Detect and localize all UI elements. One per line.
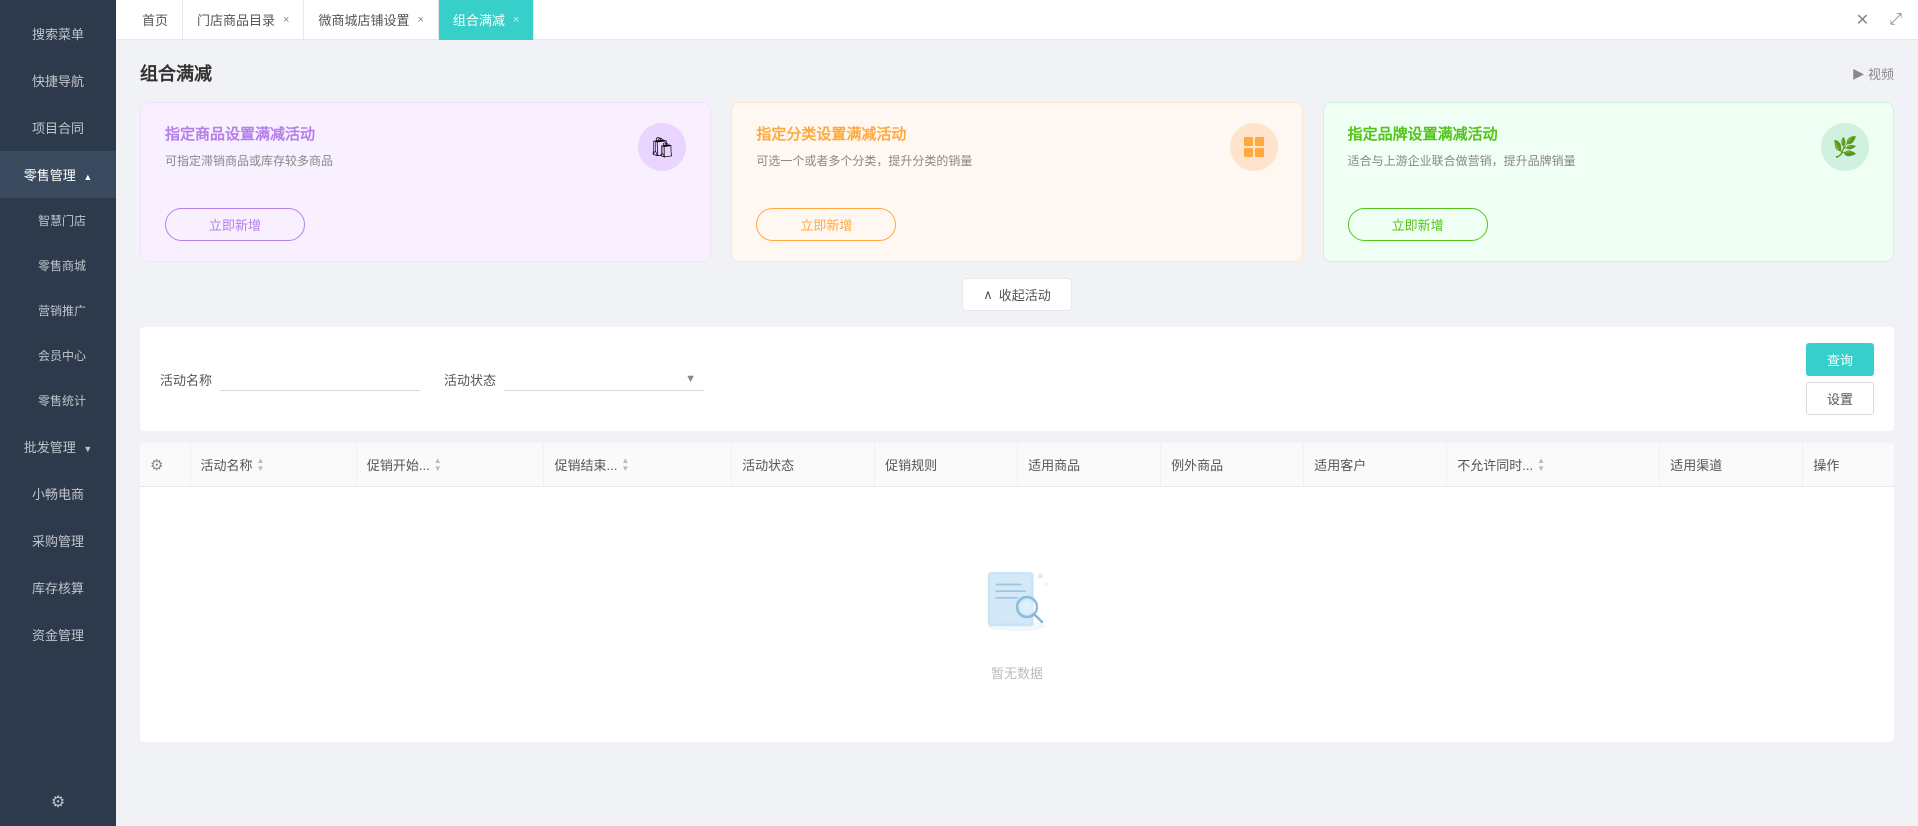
col-operation: 操作 (1803, 443, 1894, 487)
sidebar-item-purchase-manage[interactable]: 采购管理 (0, 517, 116, 564)
tab-home[interactable]: 首页 (128, 0, 183, 40)
col-promo-rule: 促销规则 (875, 443, 1018, 487)
activity-card-category: 指定分类设置满减活动 可选一个或者多个分类，提升分类的销量 立即新增 (731, 102, 1302, 262)
tab-store-catalog[interactable]: 门店商品目录 × (183, 0, 304, 40)
grid-icon (1242, 135, 1266, 159)
collapse-bar: ∧ 收起活动 (140, 278, 1894, 311)
sort-icon: ▲▼ (621, 457, 629, 473)
col-not-allow-concurrent[interactable]: 不允许同时... ▲▼ (1447, 443, 1660, 487)
sidebar-item-fund-manage[interactable]: 资金管理 (0, 611, 116, 658)
col-activity-name[interactable]: 活动名称 ▲▼ (190, 443, 356, 487)
activity-card-product-icon: 🛍 (638, 123, 686, 171)
empty-state: 暂无数据 (140, 487, 1894, 742)
activity-status-label: 活动状态 (444, 370, 496, 389)
col-applicable-customer: 适用客户 (1304, 443, 1447, 487)
video-link[interactable]: ▶ 视频 (1853, 64, 1894, 83)
activity-card-category-desc: 可选一个或者多个分类，提升分类的销量 (756, 152, 1277, 171)
collapse-arrow-icon: ∧ (983, 287, 993, 303)
sidebar: 搜索菜单 快捷导航 项目合同 零售管理 智慧门店 零售商城 营销推广 会员中心 … (0, 0, 116, 826)
activity-name-input[interactable] (220, 367, 420, 391)
gear-icon: ⚙ (150, 457, 163, 474)
sidebar-item-quick-nav[interactable]: 快捷导航 (0, 57, 116, 104)
table-wrapper: ⚙ 活动名称 ▲▼ 促销开始... ▲▼ (140, 443, 1894, 742)
sidebar-item-smart-store[interactable]: 智慧门店 (0, 198, 116, 243)
sidebar-item-project-contract[interactable]: 项目合同 (0, 104, 116, 151)
tab-bar-actions: ✕ ⤢ (1852, 10, 1906, 30)
col-promo-end[interactable]: 促销结束... ▲▼ (544, 443, 732, 487)
sidebar-item-retail-mall[interactable]: 零售商城 (0, 243, 116, 288)
sidebar-item-wholesale-manage[interactable]: 批发管理 (0, 423, 116, 470)
activity-card-category-icon (1230, 123, 1278, 171)
sort-icon: ▲▼ (434, 457, 442, 473)
tab-close-store-catalog[interactable]: × (283, 14, 289, 26)
sort-icon: ▲▼ (257, 457, 265, 473)
sidebar-item-marketing[interactable]: 营销推广 (0, 288, 116, 333)
search-activity-name-field: 活动名称 (160, 367, 420, 391)
search-bar: 活动名称 活动状态 ▼ 查询 设置 (140, 327, 1894, 431)
activity-name-label: 活动名称 (160, 370, 212, 389)
activity-card-product-desc: 可指定滞销商品或库存较多商品 (165, 152, 686, 171)
col-promo-start[interactable]: 促销开始... ▲▼ (356, 443, 544, 487)
activity-card-brand-icon: 🌿 (1821, 123, 1869, 171)
tab-bar: 首页 门店商品目录 × 微商城店铺设置 × 组合满减 × ✕ ⤢ (116, 0, 1918, 40)
activity-card-brand-btn[interactable]: 立即新增 (1348, 208, 1488, 241)
activity-card-product-btn[interactable]: 立即新增 (165, 208, 305, 241)
search-actions: 查询 设置 (1806, 343, 1874, 415)
sidebar-settings[interactable]: ⚙ (0, 778, 116, 826)
tab-combo-discount[interactable]: 组合满减 × (439, 0, 534, 40)
query-button[interactable]: 查询 (1806, 343, 1874, 376)
window-maximize-btn[interactable]: ⤢ (1885, 11, 1906, 29)
tab-wechat-store-settings[interactable]: 微商城店铺设置 × (304, 0, 438, 40)
activity-card-category-title: 指定分类设置满减活动 (756, 123, 1277, 144)
activity-status-select[interactable] (504, 367, 704, 391)
page-title: 组合满减 (140, 60, 212, 86)
sidebar-item-member-center[interactable]: 会员中心 (0, 333, 116, 378)
activity-card-brand-desc: 适合与上游企业联合做营销，提升品牌销量 (1348, 152, 1869, 171)
bag-icon: 🛍 (650, 135, 675, 160)
tab-close-wechat-store[interactable]: × (417, 14, 423, 26)
leaf-icon: 🌿 (1833, 135, 1858, 160)
search-activity-status-field: 活动状态 ▼ (444, 367, 704, 391)
activity-card-brand-title: 指定品牌设置满减活动 (1348, 123, 1869, 144)
activity-card-category-btn[interactable]: 立即新增 (756, 208, 896, 241)
main-area: 首页 门店商品目录 × 微商城店铺设置 × 组合满减 × ✕ ⤢ 组合满减 ▶ … (116, 0, 1918, 826)
sort-icon: ▲▼ (1537, 457, 1545, 473)
activity-card-product: 指定商品设置满减活动 🛍 可指定滞销商品或库存较多商品 立即新增 (140, 102, 711, 262)
col-exception-goods: 例外商品 (1161, 443, 1304, 487)
sidebar-item-xiaochangec[interactable]: 小畅电商 (0, 470, 116, 517)
sidebar-item-retail-stats[interactable]: 零售统计 (0, 378, 116, 423)
gear-icon: ⚙ (51, 794, 65, 811)
settings-button[interactable]: 设置 (1806, 382, 1874, 415)
empty-state-icon (967, 547, 1067, 647)
sidebar-item-inventory-calc[interactable]: 库存核算 (0, 564, 116, 611)
activity-status-select-wrapper: ▼ (504, 367, 704, 391)
collapse-btn[interactable]: ∧ 收起活动 (962, 278, 1072, 311)
window-close-btn[interactable]: ✕ (1852, 10, 1873, 30)
content-area: 组合满减 ▶ 视频 指定商品设置满减活动 🛍 可指定滞销商品或库存较多商品 立即… (116, 40, 1918, 826)
col-applicable-channel: 适用渠道 (1660, 443, 1803, 487)
tab-close-combo-discount[interactable]: × (513, 14, 519, 26)
col-activity-status: 活动状态 (732, 443, 875, 487)
col-gear[interactable]: ⚙ (140, 443, 190, 487)
sidebar-item-retail-manage[interactable]: 零售管理 (0, 151, 116, 198)
play-icon: ▶ (1853, 65, 1864, 82)
activity-cards: 指定商品设置满减活动 🛍 可指定滞销商品或库存较多商品 立即新增 指定分类设置满… (140, 102, 1894, 262)
sidebar-item-search-menu[interactable]: 搜索菜单 (0, 10, 116, 57)
empty-text: 暂无数据 (991, 663, 1043, 682)
activity-card-product-title: 指定商品设置满减活动 (165, 123, 686, 144)
col-applicable-goods: 适用商品 (1018, 443, 1161, 487)
activity-card-brand: 指定品牌设置满减活动 🌿 适合与上游企业联合做营销，提升品牌销量 立即新增 (1323, 102, 1894, 262)
data-table: ⚙ 活动名称 ▲▼ 促销开始... ▲▼ (140, 443, 1894, 487)
page-header: 组合满减 ▶ 视频 (140, 60, 1894, 86)
